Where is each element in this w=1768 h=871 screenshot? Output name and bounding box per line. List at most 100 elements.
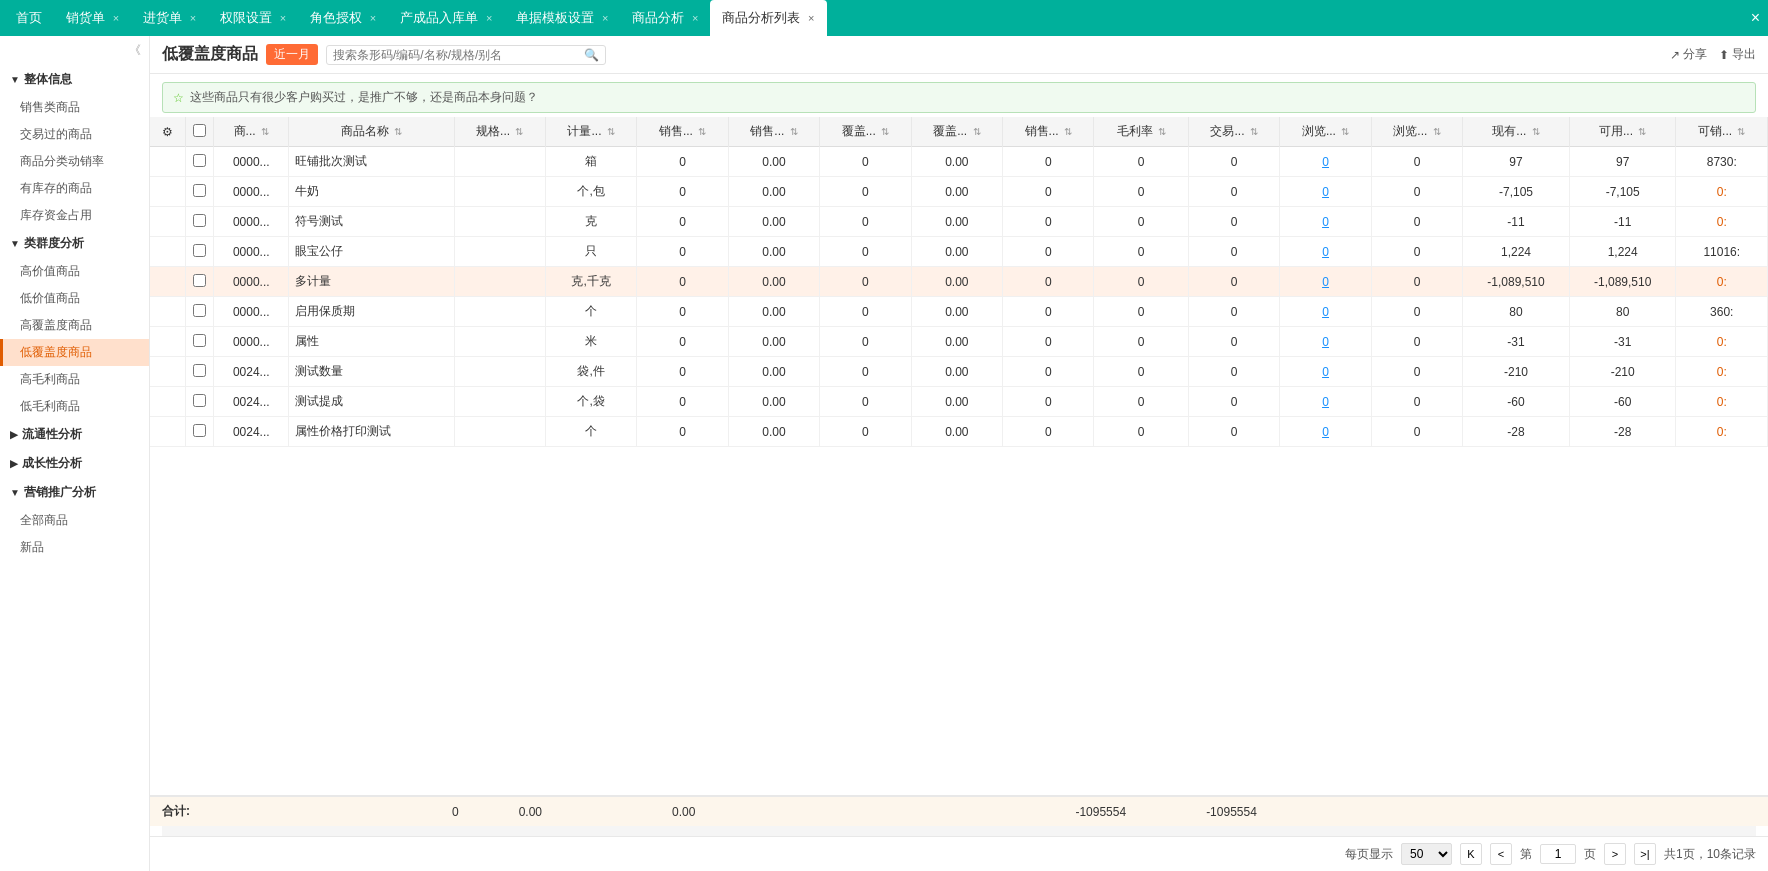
- sidebar-item-low-coverage[interactable]: 低覆盖度商品: [0, 339, 149, 366]
- close-icon[interactable]: ×: [113, 12, 119, 24]
- sidebar-group-marketing[interactable]: ▼ 营销推广分析: [0, 478, 149, 507]
- window-close-button[interactable]: ×: [1751, 9, 1760, 27]
- nav-tab-roles[interactable]: 角色授权 ×: [298, 0, 388, 36]
- sidebar-item-high-value[interactable]: 高价值商品: [0, 258, 149, 285]
- close-icon[interactable]: ×: [602, 12, 608, 24]
- sidebar-item-low-value[interactable]: 低价值商品: [0, 285, 149, 312]
- next-page-button[interactable]: >: [1604, 843, 1626, 865]
- nav-tab-sales[interactable]: 销货单 ×: [54, 0, 131, 36]
- cell-cover2: 0.00: [911, 177, 1002, 207]
- column-spec[interactable]: 规格... ⇅: [454, 117, 545, 147]
- cell-checkbox[interactable]: [186, 297, 214, 327]
- scrollbar-track[interactable]: [162, 826, 1756, 836]
- cell-browse1[interactable]: 0: [1280, 327, 1371, 357]
- column-sales-amount[interactable]: 销售... ⇅: [728, 117, 819, 147]
- cell-checkbox[interactable]: [186, 177, 214, 207]
- column-sales-qty[interactable]: 销售... ⇅: [637, 117, 728, 147]
- column-sales3[interactable]: 销售... ⇅: [1003, 117, 1094, 147]
- cell-browse1[interactable]: 0: [1280, 417, 1371, 447]
- close-icon[interactable]: ×: [280, 12, 286, 24]
- date-filter-button[interactable]: 近一月: [266, 44, 318, 65]
- close-icon[interactable]: ×: [692, 12, 698, 24]
- cell-checkbox[interactable]: [186, 357, 214, 387]
- cell-browse1[interactable]: 0: [1280, 237, 1371, 267]
- cell-browse1[interactable]: 0: [1280, 207, 1371, 237]
- sidebar-item-traded[interactable]: 交易过的商品: [0, 121, 149, 148]
- cell-current: 97: [1463, 147, 1570, 177]
- close-icon[interactable]: ×: [808, 12, 814, 24]
- cell-available: -31: [1569, 327, 1676, 357]
- sidebar-item-low-margin[interactable]: 低毛利商品: [0, 393, 149, 420]
- table-container[interactable]: ⚙ 商... ⇅ 商品名称 ⇅ 规格... ⇅ 计量... ⇅ 销售... ⇅ …: [150, 117, 1768, 795]
- nav-tab-home[interactable]: 首页: [4, 0, 54, 36]
- column-name[interactable]: 商品名称 ⇅: [289, 117, 454, 147]
- cell-checkbox[interactable]: [186, 237, 214, 267]
- sidebar-group-liquidity[interactable]: ▶ 流通性分析: [0, 420, 149, 449]
- sidebar-item-high-margin[interactable]: 高毛利商品: [0, 366, 149, 393]
- sidebar-collapse-button[interactable]: 《: [0, 36, 149, 65]
- last-page-button[interactable]: >|: [1634, 843, 1656, 865]
- nav-tab-permissions[interactable]: 权限设置 ×: [208, 0, 298, 36]
- search-box[interactable]: 🔍: [326, 45, 606, 65]
- cell-sales3: 0: [1003, 207, 1094, 237]
- sidebar-group-cluster[interactable]: ▼ 类群度分析: [0, 229, 149, 258]
- cell-browse1[interactable]: 0: [1280, 387, 1371, 417]
- column-trade[interactable]: 交易... ⇅: [1188, 117, 1279, 147]
- select-all-checkbox[interactable]: [193, 124, 206, 137]
- cell-browse1[interactable]: 0: [1280, 357, 1371, 387]
- column-checkbox[interactable]: [186, 117, 214, 147]
- nav-tab-analysis[interactable]: 商品分析 ×: [620, 0, 710, 36]
- column-browse1[interactable]: 浏览... ⇅: [1280, 117, 1371, 147]
- cell-checkbox[interactable]: [186, 147, 214, 177]
- sidebar-item-all-products[interactable]: 全部商品: [0, 507, 149, 534]
- column-available[interactable]: 可用... ⇅: [1569, 117, 1676, 147]
- column-browse2[interactable]: 浏览... ⇅: [1371, 117, 1462, 147]
- per-page-select[interactable]: 50 20 100: [1401, 843, 1452, 865]
- column-settings[interactable]: ⚙: [150, 117, 186, 147]
- nav-tab-analysis-list[interactable]: 商品分析列表 ×: [710, 0, 826, 36]
- cell-browse1[interactable]: 0: [1280, 297, 1371, 327]
- table-row: 0024... 属性价格打印测试 个 0 0.00 0 0.00 0 0 0 0…: [150, 417, 1768, 447]
- search-input[interactable]: [333, 48, 584, 62]
- cell-browse1[interactable]: 0: [1280, 147, 1371, 177]
- sidebar-item-high-coverage[interactable]: 高覆盖度商品: [0, 312, 149, 339]
- cell-saleable: 8730:: [1676, 147, 1768, 177]
- cell-code: 0000...: [214, 327, 289, 357]
- column-current[interactable]: 现有... ⇅: [1463, 117, 1570, 147]
- cell-checkbox[interactable]: [186, 207, 214, 237]
- sidebar-overview-title[interactable]: ▼ 整体信息: [0, 65, 149, 94]
- share-button[interactable]: ↗ 分享: [1670, 46, 1707, 63]
- column-unit[interactable]: 计量... ⇅: [545, 117, 636, 147]
- sidebar-item-category-rate[interactable]: 商品分类动销率: [0, 148, 149, 175]
- prev-page-button[interactable]: <: [1490, 843, 1512, 865]
- search-icon[interactable]: 🔍: [584, 48, 599, 62]
- export-button[interactable]: ⬆ 导出: [1719, 46, 1756, 63]
- cell-browse1[interactable]: 0: [1280, 267, 1371, 297]
- page-number-input[interactable]: [1540, 844, 1576, 864]
- cell-sales3: 0: [1003, 297, 1094, 327]
- cell-browse1[interactable]: 0: [1280, 177, 1371, 207]
- cell-checkbox[interactable]: [186, 387, 214, 417]
- cell-checkbox[interactable]: [186, 267, 214, 297]
- column-coverage2[interactable]: 覆盖... ⇅: [911, 117, 1002, 147]
- first-page-button[interactable]: K: [1460, 843, 1482, 865]
- cell-spec: [454, 147, 545, 177]
- column-saleable[interactable]: 可销... ⇅: [1676, 117, 1768, 147]
- nav-tab-products[interactable]: 产成品入库单 ×: [388, 0, 504, 36]
- close-icon[interactable]: ×: [370, 12, 376, 24]
- close-icon[interactable]: ×: [190, 12, 196, 24]
- column-code[interactable]: 商... ⇅: [214, 117, 289, 147]
- column-gross-rate[interactable]: 毛利率 ⇅: [1094, 117, 1188, 147]
- sidebar-item-new-products[interactable]: 新品: [0, 534, 149, 561]
- sidebar-item-in-stock[interactable]: 有库存的商品: [0, 175, 149, 202]
- sidebar-item-stock-capital[interactable]: 库存资金占用: [0, 202, 149, 229]
- sidebar-item-sales-products[interactable]: 销售类商品: [0, 94, 149, 121]
- sidebar-group-growth[interactable]: ▶ 成长性分析: [0, 449, 149, 478]
- nav-tab-purchase[interactable]: 进货单 ×: [131, 0, 208, 36]
- column-coverage1[interactable]: 覆盖... ⇅: [820, 117, 911, 147]
- cell-checkbox[interactable]: [186, 417, 214, 447]
- cell-sales3: 0: [1003, 387, 1094, 417]
- nav-tab-templates[interactable]: 单据模板设置 ×: [504, 0, 620, 36]
- close-icon[interactable]: ×: [486, 12, 492, 24]
- cell-checkbox[interactable]: [186, 327, 214, 357]
